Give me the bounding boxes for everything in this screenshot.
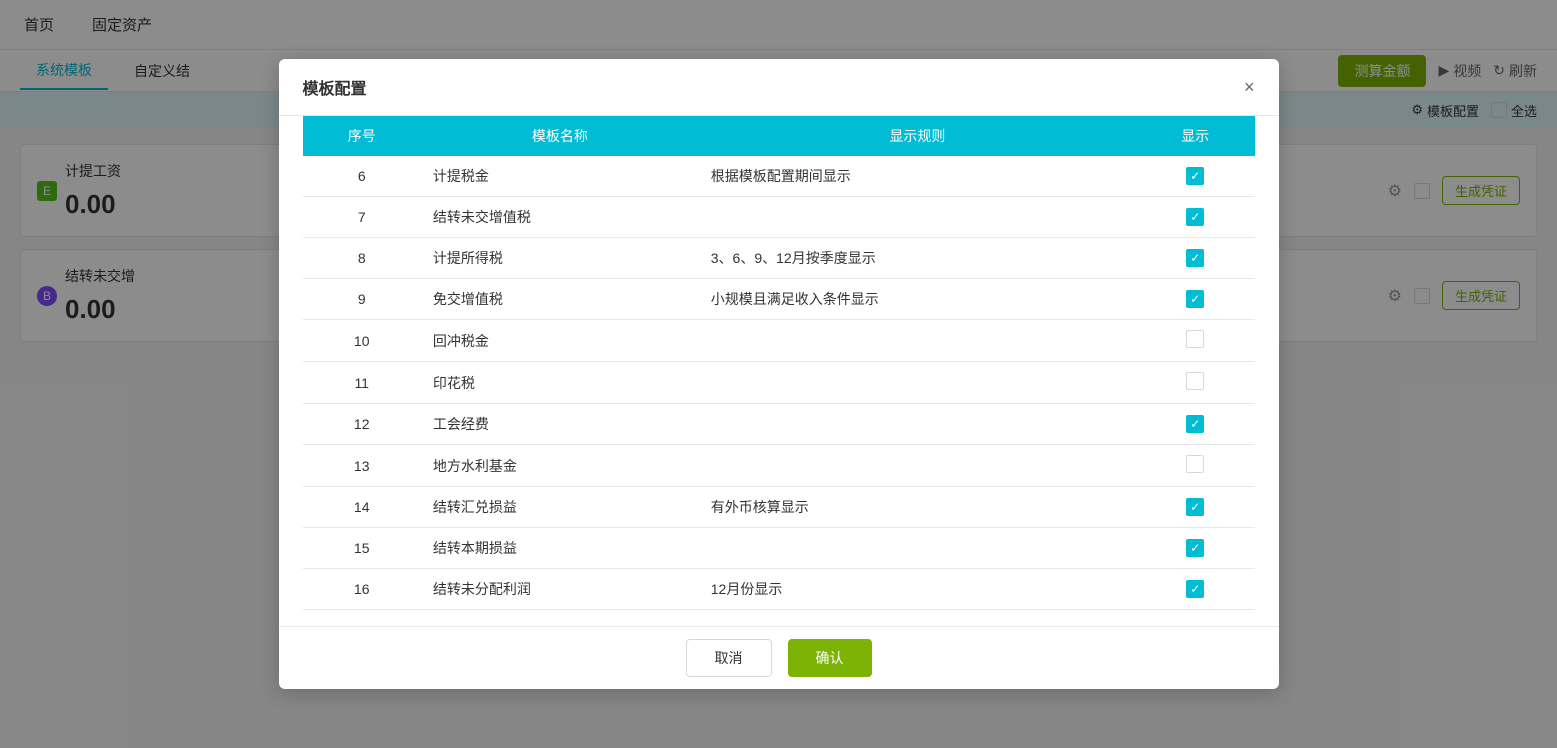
col-name: 模板名称	[421, 116, 699, 156]
table-header-row: 序号 模板名称 显示规则 显示	[303, 116, 1255, 156]
cell-check-5	[1136, 362, 1254, 404]
cell-rule-10: 12月份显示	[699, 569, 1136, 610]
table-row: 15结转本期损益	[303, 528, 1255, 569]
modal-header: 模板配置 ×	[279, 59, 1279, 116]
cell-rule-4	[699, 320, 1136, 362]
cell-name-4: 回冲税金	[421, 320, 699, 362]
checkbox-row-1[interactable]	[1186, 208, 1204, 226]
cell-name-6: 工会经费	[421, 404, 699, 445]
config-table: 序号 模板名称 显示规则 显示 6计提税金根据模板配置期间显示7结转未交增值税8…	[303, 116, 1255, 610]
cell-name-7: 地方水利基金	[421, 445, 699, 487]
modal-close-button[interactable]: ×	[1244, 78, 1255, 96]
cell-check-0	[1136, 156, 1254, 197]
table-row: 8计提所得税3、6、9、12月按季度显示	[303, 238, 1255, 279]
modal-footer: 取消 确认	[279, 626, 1279, 689]
cell-name-8: 结转汇兑损益	[421, 487, 699, 528]
checkbox-row-9[interactable]	[1186, 539, 1204, 557]
table-row: 7结转未交增值税	[303, 197, 1255, 238]
cell-seq-1: 7	[303, 197, 421, 238]
cancel-button[interactable]: 取消	[686, 639, 772, 677]
cell-check-10	[1136, 569, 1254, 610]
cell-rule-6	[699, 404, 1136, 445]
table-row: 11印花税	[303, 362, 1255, 404]
cell-rule-9	[699, 528, 1136, 569]
cell-name-0: 计提税金	[421, 156, 699, 197]
checkbox-row-2[interactable]	[1186, 249, 1204, 267]
cell-seq-4: 10	[303, 320, 421, 362]
checkbox-row-6[interactable]	[1186, 415, 1204, 433]
cell-check-4	[1136, 320, 1254, 362]
checkbox-row-4[interactable]	[1186, 330, 1204, 348]
checkbox-row-10[interactable]	[1186, 580, 1204, 598]
checkbox-row-7[interactable]	[1186, 455, 1204, 473]
cell-rule-2: 3、6、9、12月按季度显示	[699, 238, 1136, 279]
cell-seq-7: 13	[303, 445, 421, 487]
modal-overlay: 模板配置 × 序号 模板名称 显示规则 显示 6计提税金根据模板配置期间显	[0, 0, 1557, 748]
cell-rule-1	[699, 197, 1136, 238]
table-row: 6计提税金根据模板配置期间显示	[303, 156, 1255, 197]
checkbox-row-5[interactable]	[1186, 372, 1204, 390]
cell-seq-3: 9	[303, 279, 421, 320]
cell-rule-5	[699, 362, 1136, 404]
col-show: 显示	[1136, 116, 1254, 156]
modal-template-config: 模板配置 × 序号 模板名称 显示规则 显示 6计提税金根据模板配置期间显	[279, 59, 1279, 689]
cell-check-8	[1136, 487, 1254, 528]
confirm-button[interactable]: 确认	[788, 639, 872, 677]
table-row: 13地方水利基金	[303, 445, 1255, 487]
cell-check-1	[1136, 197, 1254, 238]
cell-rule-0: 根据模板配置期间显示	[699, 156, 1136, 197]
cell-check-7	[1136, 445, 1254, 487]
col-seq: 序号	[303, 116, 421, 156]
checkbox-row-8[interactable]	[1186, 498, 1204, 516]
table-row: 10回冲税金	[303, 320, 1255, 362]
cell-check-9	[1136, 528, 1254, 569]
table-row: 16结转未分配利润12月份显示	[303, 569, 1255, 610]
cell-name-10: 结转未分配利润	[421, 569, 699, 610]
cell-check-2	[1136, 238, 1254, 279]
checkbox-row-0[interactable]	[1186, 167, 1204, 185]
cell-rule-8: 有外币核算显示	[699, 487, 1136, 528]
checkbox-row-3[interactable]	[1186, 290, 1204, 308]
cell-seq-5: 11	[303, 362, 421, 404]
cell-check-3	[1136, 279, 1254, 320]
cell-rule-7	[699, 445, 1136, 487]
table-row: 14结转汇兑损益有外币核算显示	[303, 487, 1255, 528]
table-container: 序号 模板名称 显示规则 显示 6计提税金根据模板配置期间显示7结转未交增值税8…	[303, 116, 1255, 610]
cell-seq-10: 16	[303, 569, 421, 610]
cell-seq-0: 6	[303, 156, 421, 197]
table-row: 12工会经费	[303, 404, 1255, 445]
cell-name-1: 结转未交增值税	[421, 197, 699, 238]
modal-title: 模板配置	[303, 75, 367, 99]
cell-rule-3: 小规模且满足收入条件显示	[699, 279, 1136, 320]
cell-seq-9: 15	[303, 528, 421, 569]
cell-name-9: 结转本期损益	[421, 528, 699, 569]
cell-name-5: 印花税	[421, 362, 699, 404]
cell-seq-6: 12	[303, 404, 421, 445]
col-rule: 显示规则	[699, 116, 1136, 156]
cell-check-6	[1136, 404, 1254, 445]
table-body: 6计提税金根据模板配置期间显示7结转未交增值税8计提所得税3、6、9、12月按季…	[303, 156, 1255, 610]
cell-name-3: 免交增值税	[421, 279, 699, 320]
table-row: 9免交增值税小规模且满足收入条件显示	[303, 279, 1255, 320]
modal-body[interactable]: 序号 模板名称 显示规则 显示 6计提税金根据模板配置期间显示7结转未交增值税8…	[279, 116, 1279, 626]
cell-seq-2: 8	[303, 238, 421, 279]
cell-name-2: 计提所得税	[421, 238, 699, 279]
cell-seq-8: 14	[303, 487, 421, 528]
